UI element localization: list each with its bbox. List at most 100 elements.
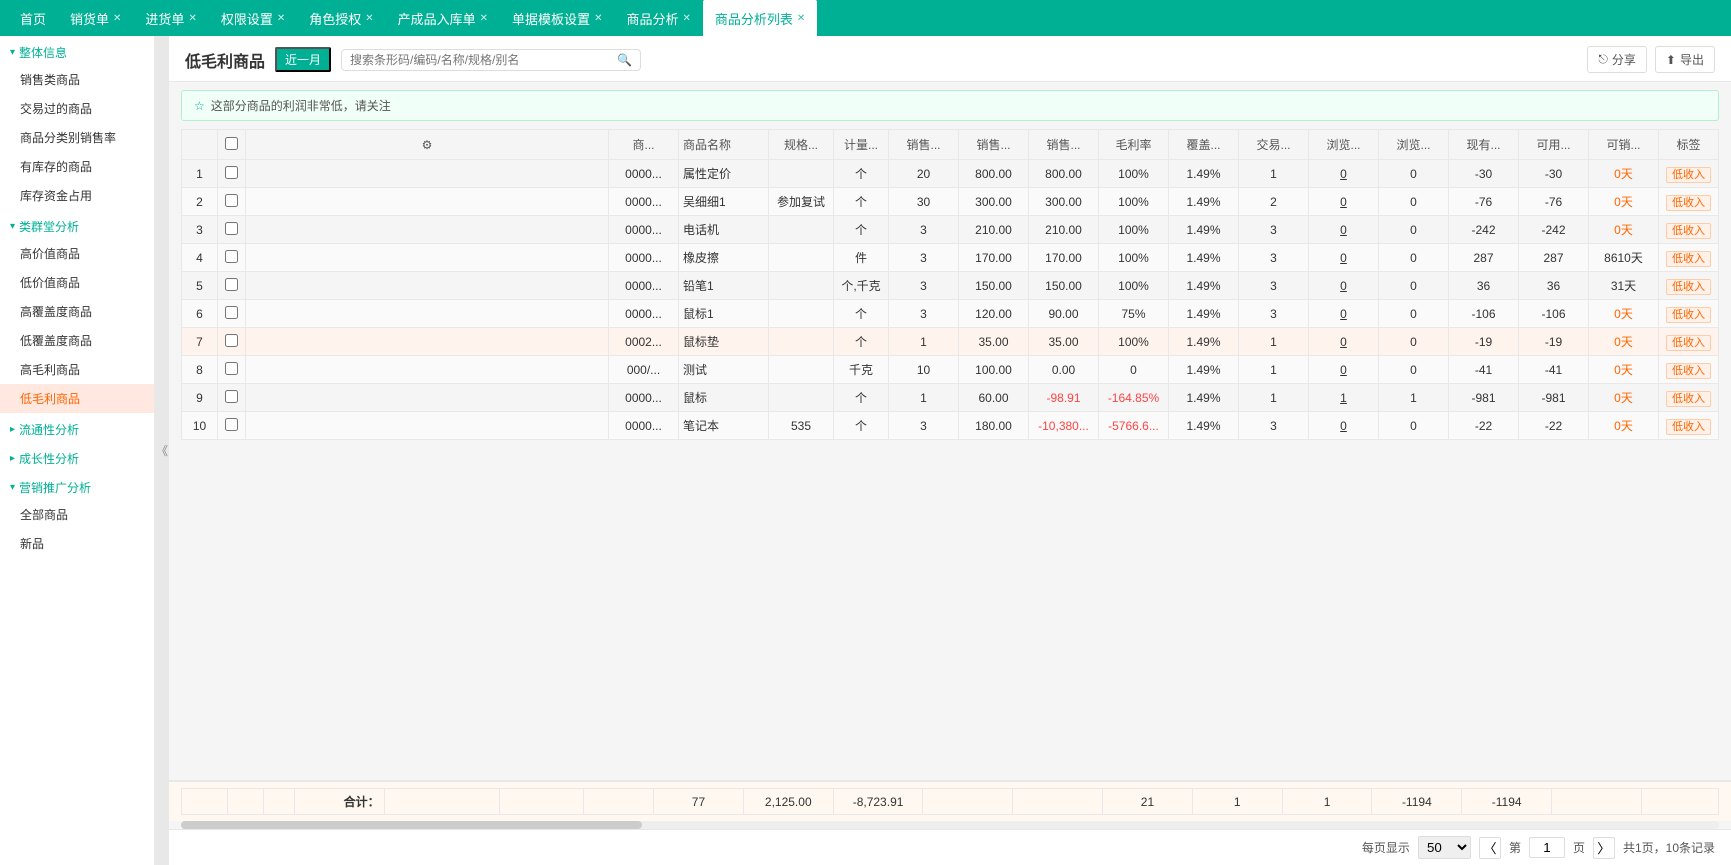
- th-sales-qty[interactable]: 销售...: [889, 130, 959, 160]
- th-current[interactable]: 现有...: [1449, 130, 1519, 160]
- nav-role[interactable]: 角色授权✕: [297, 0, 385, 36]
- th-browse2[interactable]: 浏览...: [1379, 130, 1449, 160]
- th-tag[interactable]: 标签: [1659, 130, 1719, 160]
- nav-permission[interactable]: 权限设置✕: [209, 0, 297, 36]
- nav-close-purchase[interactable]: ✕: [188, 13, 196, 24]
- browse1-link[interactable]: 0: [1340, 279, 1347, 293]
- row-unit: 个: [834, 216, 889, 244]
- sidebar-group-flow[interactable]: ▸ 流通性分析: [0, 413, 154, 442]
- row-checkbox[interactable]: [225, 418, 238, 431]
- sidebar-item-sales-goods[interactable]: 销售类商品: [0, 65, 154, 94]
- nav-close-template[interactable]: ✕: [594, 13, 602, 24]
- th-sales-amount[interactable]: 销售...: [1029, 130, 1099, 160]
- th-available[interactable]: 可用...: [1519, 130, 1589, 160]
- row-actions[interactable]: [246, 412, 609, 440]
- row-actions[interactable]: [246, 328, 609, 356]
- sidebar: ▾ 整体信息 销售类商品 交易过的商品 商品分类别销售率 有库存的商品 库存资金…: [0, 36, 155, 865]
- nav-close-product-stock[interactable]: ✕: [480, 13, 488, 24]
- search-input[interactable]: [350, 53, 613, 67]
- sidebar-item-category-rate[interactable]: 商品分类别销售率: [0, 123, 154, 152]
- row-actions[interactable]: [246, 160, 609, 188]
- browse1-link[interactable]: 0: [1340, 195, 1347, 209]
- nav-purchase[interactable]: 进货单✕: [133, 0, 208, 36]
- browse1-link[interactable]: 0: [1340, 335, 1347, 349]
- row-actions[interactable]: [246, 384, 609, 412]
- of-label: 页: [1573, 839, 1585, 856]
- sidebar-group-overall[interactable]: ▾ 整体信息: [0, 36, 154, 65]
- per-page-select[interactable]: 50 20 100: [1418, 836, 1471, 859]
- row-sales-amount: 300.00: [1029, 188, 1099, 216]
- sidebar-item-high-coverage[interactable]: 高覆盖度商品: [0, 297, 154, 326]
- row-checkbox[interactable]: [225, 194, 238, 207]
- th-code[interactable]: 商...: [609, 130, 679, 160]
- browse1-link[interactable]: 1: [1340, 391, 1347, 405]
- nav-close-role[interactable]: ✕: [365, 13, 373, 24]
- sidebar-group-marketing[interactable]: ▾ 营销推广分析: [0, 471, 154, 500]
- row-actions[interactable]: [246, 356, 609, 384]
- th-browse1[interactable]: 浏览...: [1309, 130, 1379, 160]
- sidebar-item-traded-goods[interactable]: 交易过的商品: [0, 94, 154, 123]
- nav-sales[interactable]: 销货单✕: [58, 0, 133, 36]
- browse1-link[interactable]: 0: [1340, 419, 1347, 433]
- th-spec[interactable]: 规格...: [769, 130, 834, 160]
- nav-template[interactable]: 单据模板设置✕: [500, 0, 614, 36]
- nav-close-permission[interactable]: ✕: [277, 13, 285, 24]
- th-trade[interactable]: 交易...: [1239, 130, 1309, 160]
- browse1-link[interactable]: 0: [1340, 307, 1347, 321]
- browse1-link[interactable]: 0: [1340, 363, 1347, 377]
- row-actions[interactable]: [246, 244, 609, 272]
- sidebar-item-all-goods[interactable]: 全部商品: [0, 500, 154, 529]
- row-checkbox[interactable]: [225, 362, 238, 375]
- browse1-link[interactable]: 0: [1340, 251, 1347, 265]
- row-actions[interactable]: [246, 300, 609, 328]
- th-gross-rate[interactable]: 毛利率: [1099, 130, 1169, 160]
- sidebar-item-high-margin[interactable]: 高毛利商品: [0, 355, 154, 384]
- th-unit[interactable]: 计量...: [834, 130, 889, 160]
- sidebar-group-cluster[interactable]: ▾ 类群堂分析: [0, 210, 154, 239]
- browse1-link[interactable]: 0: [1340, 167, 1347, 181]
- next-page-button[interactable]: 〉: [1593, 837, 1615, 859]
- sidebar-item-low-coverage[interactable]: 低覆盖度商品: [0, 326, 154, 355]
- row-checkbox[interactable]: [225, 306, 238, 319]
- th-sellable[interactable]: 可销...: [1589, 130, 1659, 160]
- select-all-checkbox[interactable]: [225, 137, 238, 150]
- th-sales-price[interactable]: 销售...: [959, 130, 1029, 160]
- sidebar-item-high-value[interactable]: 高价值商品: [0, 239, 154, 268]
- row-checkbox[interactable]: [225, 166, 238, 179]
- sidebar-item-stock-capital[interactable]: 库存资金占用: [0, 181, 154, 210]
- sidebar-collapse-button[interactable]: 《: [155, 36, 169, 865]
- row-available: -981: [1519, 384, 1589, 412]
- prev-page-button[interactable]: 〈: [1479, 837, 1501, 859]
- nav-product-stock[interactable]: 产成品入库单✕: [386, 0, 500, 36]
- export-button[interactable]: ⬆ 导出: [1655, 46, 1715, 73]
- nav-home[interactable]: 首页: [8, 0, 58, 36]
- row-actions[interactable]: [246, 216, 609, 244]
- th-cover-rate[interactable]: 覆盖...: [1169, 130, 1239, 160]
- nav-close-goods-analysis-list[interactable]: ✕: [797, 13, 805, 24]
- nav-goods-analysis-list[interactable]: 商品分析列表✕: [703, 0, 817, 36]
- row-checkbox[interactable]: [225, 222, 238, 235]
- th-settings[interactable]: ⚙: [246, 130, 609, 160]
- share-button[interactable]: ⎋ 分享: [1587, 46, 1647, 73]
- nav-close-goods-analysis[interactable]: ✕: [682, 13, 690, 24]
- row-checkbox[interactable]: [225, 334, 238, 347]
- nav-close-sales[interactable]: ✕: [113, 13, 121, 24]
- th-name[interactable]: 商品名称: [679, 130, 769, 160]
- row-code: 0000...: [609, 412, 679, 440]
- sidebar-item-stocked-goods[interactable]: 有库存的商品: [0, 152, 154, 181]
- sidebar-item-low-margin[interactable]: 低毛利商品: [0, 384, 154, 413]
- nav-goods-analysis[interactable]: 商品分析✕: [614, 0, 702, 36]
- row-checkbox[interactable]: [225, 278, 238, 291]
- row-checkbox[interactable]: [225, 390, 238, 403]
- date-filter-button[interactable]: 近一月: [275, 47, 331, 72]
- row-actions[interactable]: [246, 188, 609, 216]
- sidebar-item-low-value[interactable]: 低价值商品: [0, 268, 154, 297]
- sidebar-item-new-goods[interactable]: 新品: [0, 529, 154, 558]
- page-title: 低毛利商品: [185, 48, 265, 72]
- browse1-link[interactable]: 0: [1340, 223, 1347, 237]
- row-actions[interactable]: [246, 272, 609, 300]
- search-icon[interactable]: 🔍: [617, 53, 632, 67]
- sidebar-group-growth[interactable]: ▸ 成长性分析: [0, 442, 154, 471]
- page-input[interactable]: [1529, 837, 1565, 858]
- row-checkbox[interactable]: [225, 250, 238, 263]
